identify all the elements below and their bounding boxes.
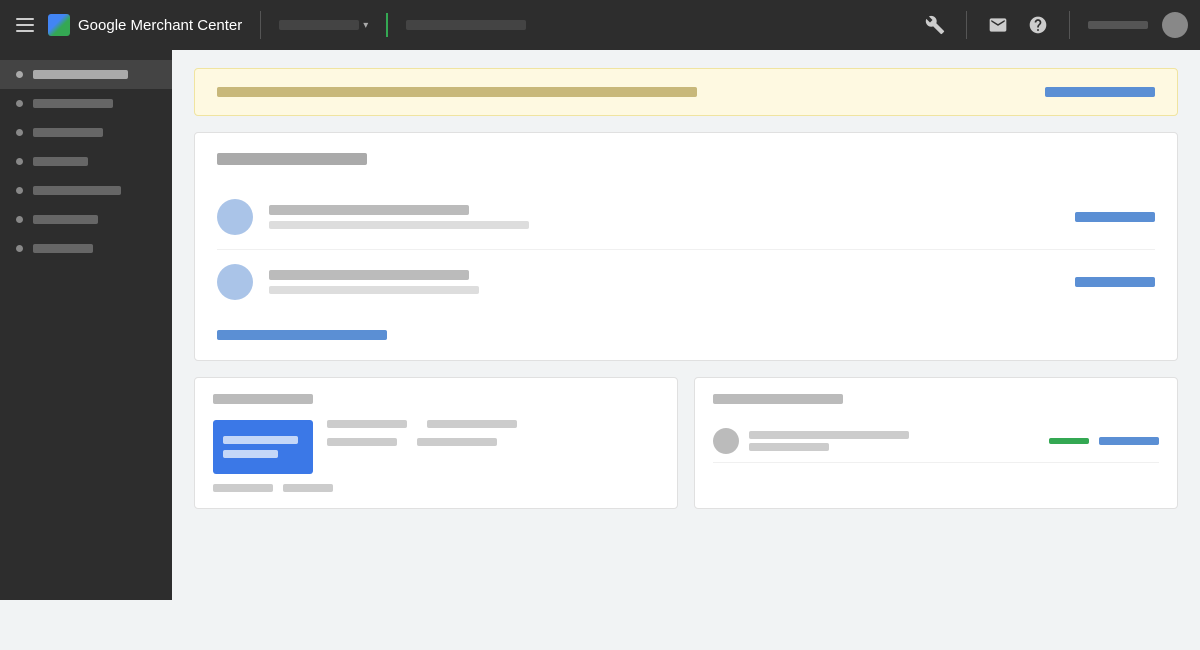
- app-logo: Google Merchant Center: [48, 14, 242, 36]
- brcard-row-0: [713, 420, 1159, 463]
- card-row-1: [217, 250, 1155, 314]
- card-row-action-0[interactable]: [1075, 212, 1155, 222]
- help-icon-button[interactable]: [1025, 12, 1051, 38]
- sidebar-dot-2: [16, 129, 23, 136]
- sidebar-item-2[interactable]: [0, 118, 172, 147]
- wrench-icon: [925, 15, 945, 35]
- logo-icon: [48, 14, 70, 36]
- nav-divider-3: [1069, 11, 1070, 39]
- brcard-avatar: [713, 428, 739, 454]
- sidebar-dot-0: [16, 71, 23, 78]
- sidebar-navigation: [0, 50, 172, 600]
- nav-divider-2: [966, 11, 967, 39]
- banner-message-text: [217, 87, 697, 97]
- banner-learn-more-link[interactable]: [1045, 87, 1155, 97]
- brcard-subtitle-bar: [749, 443, 829, 451]
- brcard-title-bar: [749, 431, 909, 439]
- bottom-left-items: [327, 420, 659, 446]
- card-row-content-1: [269, 270, 1059, 294]
- card-rows-container: [217, 185, 1155, 314]
- bottom-left-card-title: [213, 394, 313, 404]
- card-row-title-1: [269, 270, 469, 280]
- mail-icon-button[interactable]: [985, 12, 1011, 38]
- sidebar-item-0[interactable]: [0, 60, 172, 89]
- sidebar-dot-3: [16, 158, 23, 165]
- notification-banner: [194, 68, 1178, 116]
- sidebar-dot-1: [16, 100, 23, 107]
- app-layout: [0, 50, 1200, 600]
- sidebar-label-3: [33, 157, 88, 166]
- bottom-cards-row: [194, 377, 1178, 509]
- hamburger-menu-button[interactable]: [12, 14, 38, 36]
- blcard-bar-0a: [327, 420, 407, 428]
- bottom-left-card: [194, 377, 678, 509]
- help-icon: [1028, 15, 1048, 35]
- nav-divider-1: [260, 11, 261, 39]
- blue-block-element: [213, 420, 313, 474]
- blcard-bar-1a: [327, 438, 397, 446]
- blcard-bar-0b: [427, 420, 517, 428]
- sidebar-label-0: [33, 70, 128, 79]
- card-row-subtitle-0: [269, 221, 529, 229]
- dropdown-text: [279, 20, 359, 30]
- card-row-action-1[interactable]: [1075, 277, 1155, 287]
- sidebar-item-6[interactable]: [0, 234, 172, 263]
- sidebar-item-3[interactable]: [0, 147, 172, 176]
- sidebar-label-6: [33, 244, 93, 253]
- sidebar-item-5[interactable]: [0, 205, 172, 234]
- sidebar-label-5: [33, 215, 98, 224]
- app-title: Google Merchant Center: [78, 17, 242, 34]
- sidebar-dot-4: [16, 187, 23, 194]
- tools-icon-button[interactable]: [922, 12, 948, 38]
- sidebar-item-4[interactable]: [0, 176, 172, 205]
- blcard-bottom-bar-1: [213, 484, 273, 492]
- account-name-text: [1088, 21, 1148, 29]
- sidebar-dot-5: [16, 216, 23, 223]
- mail-icon: [988, 15, 1008, 35]
- card-row-subtitle-1: [269, 286, 479, 294]
- sidebar-label-4: [33, 186, 121, 195]
- blcard-item-row-1: [327, 438, 659, 446]
- card-row-avatar-1: [217, 264, 253, 300]
- brcard-row-content: [749, 431, 1039, 451]
- sidebar-label-1: [33, 99, 113, 108]
- search-bar-placeholder: [406, 20, 526, 30]
- sidebar-label-2: [33, 128, 103, 137]
- brcard-action-link[interactable]: [1099, 437, 1159, 445]
- bottom-right-card: [694, 377, 1178, 509]
- card-title: [217, 153, 367, 165]
- card-row-title-0: [269, 205, 469, 215]
- bottom-left-card-content: [213, 420, 659, 474]
- card-row-0: [217, 185, 1155, 250]
- sidebar-item-1[interactable]: [0, 89, 172, 118]
- top-navigation: Google Merchant Center ▾: [0, 0, 1200, 50]
- blcard-bottom-bars: [213, 484, 659, 492]
- chevron-down-icon: ▾: [363, 20, 368, 31]
- card-row-content-0: [269, 205, 1059, 229]
- nav-green-divider: [386, 13, 388, 37]
- nav-icons-group: [922, 11, 1188, 39]
- sidebar-dot-6: [16, 245, 23, 252]
- main-content: [172, 50, 1200, 600]
- card-row-avatar-0: [217, 199, 253, 235]
- blcard-item-row-0: [327, 420, 659, 428]
- card-footer-link[interactable]: [217, 330, 387, 340]
- main-overview-card: [194, 132, 1178, 361]
- blue-block-line-2: [223, 450, 278, 458]
- blcard-bar-1b: [417, 438, 497, 446]
- blue-block-line-1: [223, 436, 298, 444]
- bottom-right-card-title: [713, 394, 843, 404]
- brcard-status-green: [1049, 438, 1089, 444]
- user-avatar[interactable]: [1162, 12, 1188, 38]
- blcard-bottom-bar-2: [283, 484, 333, 492]
- account-selector-dropdown[interactable]: ▾: [279, 20, 368, 31]
